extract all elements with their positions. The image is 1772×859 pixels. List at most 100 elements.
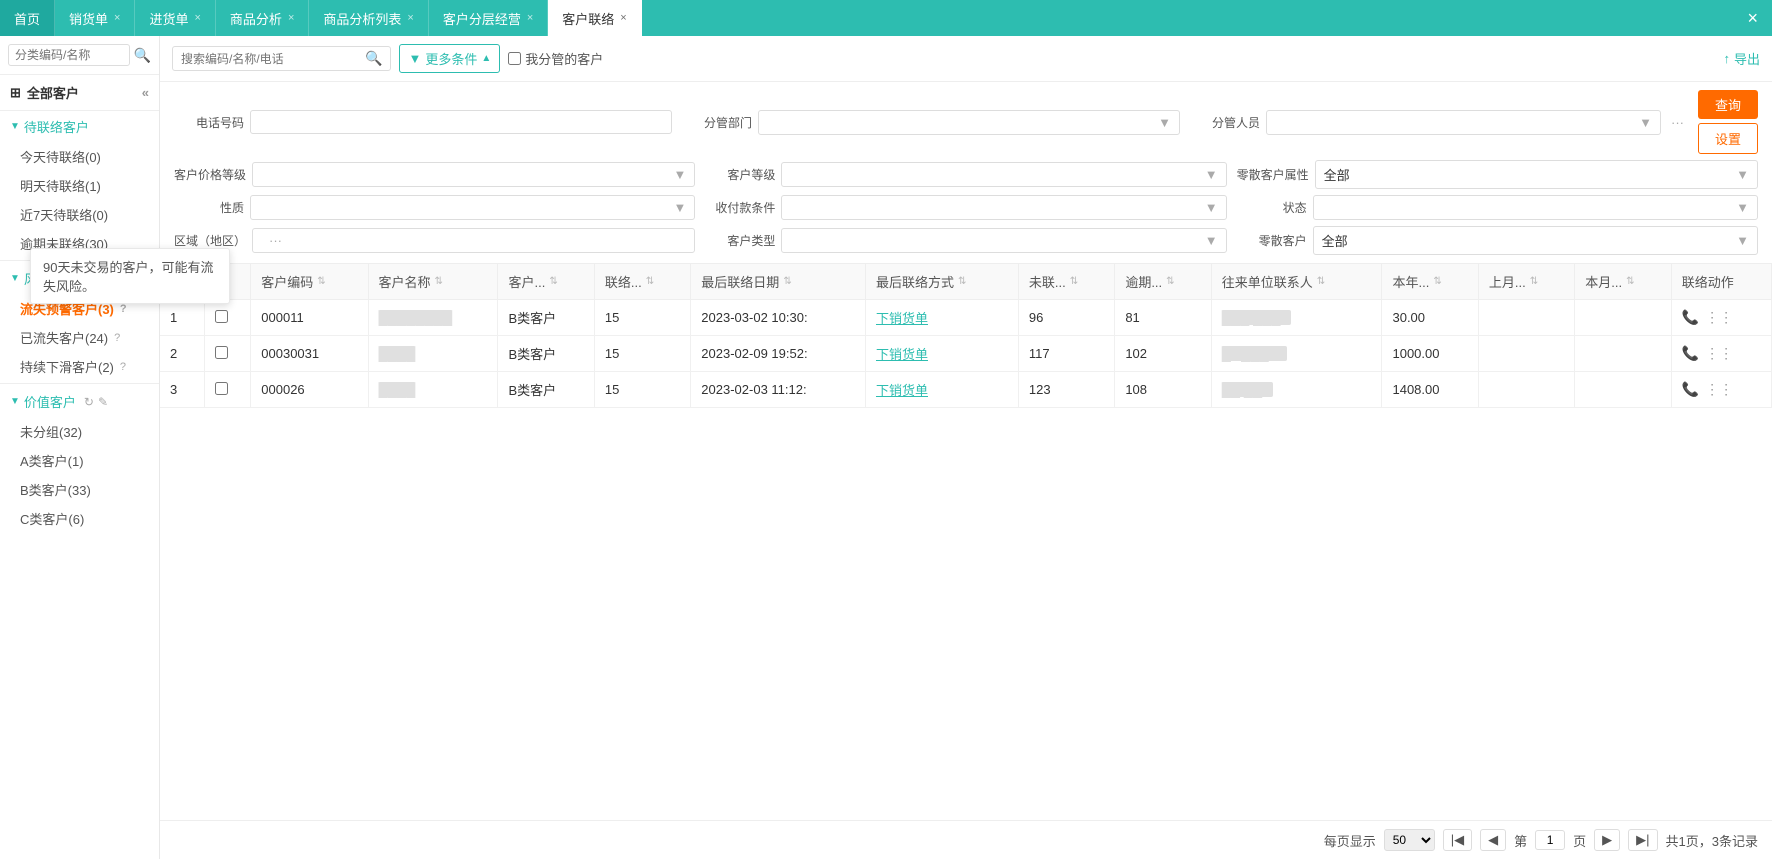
- next-page-button[interactable]: ▶: [1594, 829, 1620, 851]
- tab-goods-analysis-list[interactable]: 商品分析列表 ×: [309, 0, 428, 36]
- sidebar-search-icon[interactable]: 🔍: [134, 47, 151, 64]
- dept-select[interactable]: ▼: [758, 110, 1180, 135]
- region-select[interactable]: ···: [252, 228, 695, 253]
- retail-attr-select[interactable]: 全部 ▼: [1315, 160, 1758, 189]
- action-phone-icon[interactable]: 📞: [1682, 381, 1699, 398]
- sort-icon-not-contacted: ⇅: [1070, 276, 1078, 287]
- question-icon-3[interactable]: ?: [120, 361, 126, 373]
- more-filter-button[interactable]: ▼ 更多条件 ▲: [399, 44, 500, 73]
- question-icon[interactable]: ?: [120, 303, 127, 315]
- toolbar-search-icon[interactable]: 🔍: [365, 50, 382, 67]
- sidebar-group-pending-contact[interactable]: ▼ 待联络客户: [0, 111, 159, 142]
- action-more-icon[interactable]: ⋮⋮: [1705, 309, 1733, 326]
- sidebar-item-a-class[interactable]: A类客户(1): [0, 446, 159, 475]
- customer-type-label: 客户类型: [705, 232, 775, 249]
- th-unit-contact[interactable]: 往来单位联系人⇅: [1211, 264, 1382, 300]
- th-not-contacted[interactable]: 未联...⇅: [1018, 264, 1114, 300]
- question-icon-2[interactable]: ?: [114, 332, 120, 344]
- top-tab-bar: 首页 销货单 × 进货单 × 商品分析 × 商品分析列表 × 客户分层经营 × …: [0, 0, 1772, 36]
- sidebar-item-tomorrow-contact[interactable]: 明天待联络(1): [0, 171, 159, 200]
- region-dots-icon[interactable]: ···: [265, 233, 286, 248]
- collapse-icon[interactable]: «: [142, 85, 149, 100]
- customer-level-select[interactable]: ▼: [781, 162, 1226, 187]
- status-select[interactable]: ▼: [1313, 195, 1758, 220]
- sidebar-group-value[interactable]: ▼ 价值客户 ↻ ✎: [0, 386, 159, 417]
- tab-home[interactable]: 首页: [0, 0, 55, 36]
- settings-button[interactable]: 设置: [1698, 123, 1758, 154]
- gender-select[interactable]: ▼: [250, 195, 695, 220]
- sidebar-item-churned[interactable]: 已流失客户(24) ?: [0, 323, 159, 352]
- tab-purchase[interactable]: 进货单 ×: [135, 0, 215, 36]
- payment-select[interactable]: ▼: [781, 195, 1226, 220]
- global-close-icon[interactable]: ×: [1733, 8, 1772, 29]
- per-page-label: 每页显示: [1324, 831, 1376, 850]
- my-customers-checkbox-area[interactable]: 我分管的客户: [508, 49, 603, 68]
- tab-goods-analysis-close[interactable]: ×: [288, 12, 294, 24]
- last-method-link[interactable]: 下销货单: [876, 383, 928, 398]
- customer-type-select[interactable]: ▼: [781, 228, 1226, 253]
- first-page-button[interactable]: |◀: [1443, 829, 1472, 851]
- more-filter-label: 更多条件: [425, 49, 477, 68]
- action-more-icon[interactable]: ⋮⋮: [1705, 381, 1733, 398]
- td-no: 3: [160, 372, 204, 408]
- toolbar-search-input[interactable]: [181, 52, 361, 66]
- sidebar-all-customers[interactable]: ⊞ 全部客户 «: [0, 75, 159, 111]
- th-type[interactable]: 客户...⇅: [498, 264, 594, 300]
- last-method-link[interactable]: 下销货单: [876, 311, 928, 326]
- retail-customer-select[interactable]: 全部 ▼: [1313, 226, 1758, 255]
- tab-goods-analysis[interactable]: 商品分析 ×: [216, 0, 309, 36]
- toolbar-search-box[interactable]: 🔍: [172, 46, 391, 71]
- sidebar-item-today-contact[interactable]: 今天待联络(0): [0, 142, 159, 171]
- sidebar-item-b-class[interactable]: B类客户(33): [0, 475, 159, 504]
- sidebar-item-declining[interactable]: 持续下滑客户(2) ?: [0, 352, 159, 381]
- row-checkbox[interactable]: [215, 310, 228, 323]
- query-button[interactable]: 查询: [1698, 90, 1758, 119]
- th-this-month[interactable]: 本月...⇅: [1575, 264, 1671, 300]
- sidebar-item-c-class[interactable]: C类客户(6): [0, 504, 159, 533]
- th-overdue[interactable]: 逾期...⇅: [1115, 264, 1211, 300]
- table-header-row: ⚙ 客户编码⇅ 客户名称⇅ 客户...⇅ 联络...⇅ 最后联络日期⇅ 最后联络…: [160, 264, 1772, 300]
- tab-customer-segment[interactable]: 客户分层经营 ×: [429, 0, 548, 36]
- th-this-year[interactable]: 本年...⇅: [1382, 264, 1478, 300]
- tab-customer-segment-close[interactable]: ×: [527, 12, 533, 24]
- page-input[interactable]: [1535, 830, 1565, 850]
- edit-icon[interactable]: ✎: [98, 395, 108, 409]
- th-last-method[interactable]: 最后联络方式⇅: [865, 264, 1018, 300]
- action-phone-icon[interactable]: 📞: [1682, 345, 1699, 362]
- td-checkbox[interactable]: [204, 300, 251, 336]
- last-page-button[interactable]: ▶|: [1628, 829, 1657, 851]
- tab-customer-connect[interactable]: 客户联络 ×: [548, 0, 641, 36]
- th-last-date[interactable]: 最后联络日期⇅: [691, 264, 866, 300]
- row-checkbox[interactable]: [215, 382, 228, 395]
- tab-sales[interactable]: 销货单 ×: [55, 0, 135, 36]
- td-checkbox[interactable]: [204, 336, 251, 372]
- tab-sales-close[interactable]: ×: [114, 12, 120, 24]
- th-last-month[interactable]: 上月...⇅: [1478, 264, 1574, 300]
- my-customers-checkbox[interactable]: [508, 52, 521, 65]
- manager-more-icon[interactable]: ···: [1667, 115, 1688, 130]
- tab-goods-analysis-list-close[interactable]: ×: [407, 12, 413, 24]
- sidebar-item-unclassified[interactable]: 未分组(32): [0, 417, 159, 446]
- th-contact[interactable]: 联络...⇅: [594, 264, 690, 300]
- customer-price-select[interactable]: ▼: [252, 162, 695, 187]
- row-checkbox[interactable]: [215, 346, 228, 359]
- region-label: 区域（地区）: [174, 232, 246, 249]
- tab-purchase-close[interactable]: ×: [194, 12, 200, 24]
- td-checkbox[interactable]: [204, 372, 251, 408]
- th-name[interactable]: 客户名称⇅: [368, 264, 498, 300]
- sidebar-item-7days-contact[interactable]: 近7天待联络(0): [0, 200, 159, 229]
- prev-page-button[interactable]: ◀: [1480, 829, 1506, 851]
- per-page-select[interactable]: 50 100 200: [1384, 829, 1435, 851]
- filter-panel: 电话号码 分管部门 ▼ 分管人员 ▼ ···: [160, 82, 1772, 264]
- export-button[interactable]: ↑ 导出: [1723, 49, 1760, 68]
- manager-select[interactable]: ▼: [1266, 110, 1661, 135]
- last-method-link[interactable]: 下销货单: [876, 347, 928, 362]
- action-phone-icon[interactable]: 📞: [1682, 309, 1699, 326]
- sidebar-search-input[interactable]: [8, 44, 130, 66]
- refresh-icon[interactable]: ↻: [84, 395, 94, 409]
- phone-input[interactable]: [250, 110, 672, 134]
- tab-customer-connect-close[interactable]: ×: [620, 12, 626, 24]
- action-more-icon[interactable]: ⋮⋮: [1705, 345, 1733, 362]
- th-code[interactable]: 客户编码⇅: [251, 264, 368, 300]
- grid-icon: ⊞: [10, 85, 21, 101]
